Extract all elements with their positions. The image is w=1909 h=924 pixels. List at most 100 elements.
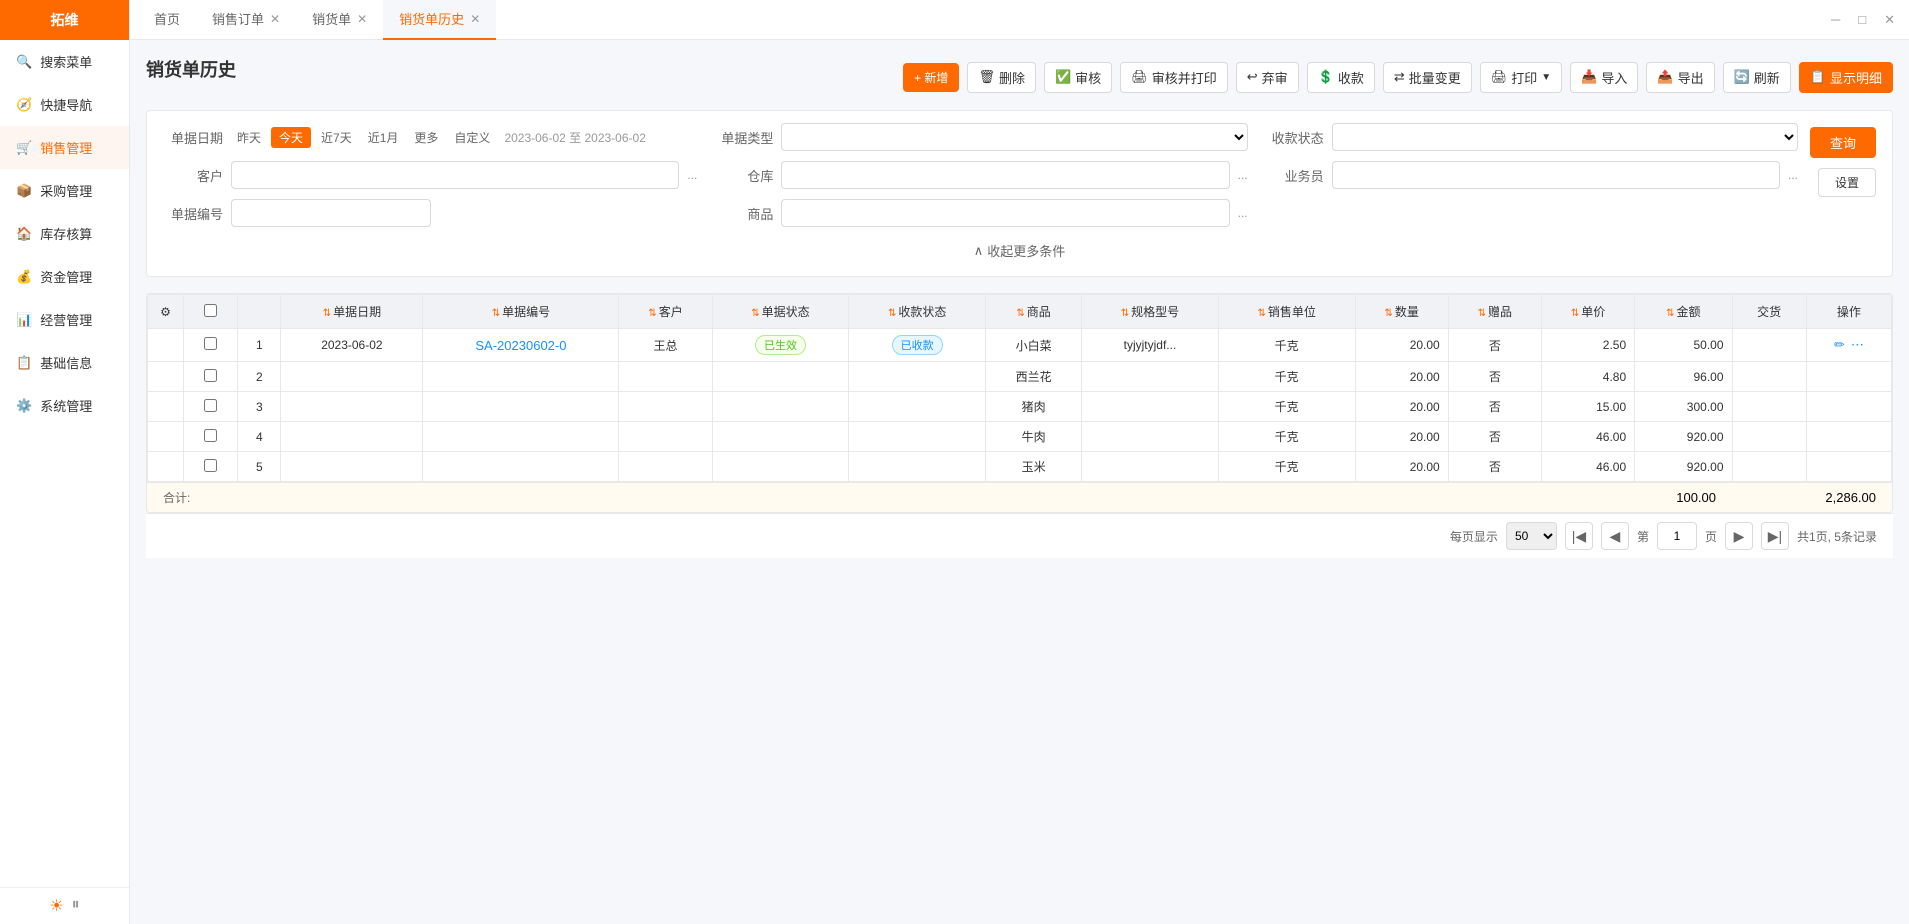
edit-action[interactable]: ✏ xyxy=(1834,337,1845,352)
col-collectstatus[interactable]: 收款状态 xyxy=(849,295,986,329)
cell-date xyxy=(281,362,423,392)
delete-button[interactable]: 🗑 删除 xyxy=(967,62,1036,93)
col-gift[interactable]: 赠品 xyxy=(1448,295,1541,329)
more-action[interactable]: ⋯ xyxy=(1851,337,1864,352)
cell-gift: 否 xyxy=(1448,422,1541,452)
sidebar-item-purchase[interactable]: 📦 采购管理 xyxy=(0,169,129,212)
col-amount[interactable]: 金额 xyxy=(1635,295,1732,329)
audit-print-button[interactable]: 🖨 审核并打印 xyxy=(1120,62,1228,93)
set-button[interactable]: 设置 xyxy=(1818,168,1876,197)
goods-more-icon[interactable]: ... xyxy=(1238,206,1248,220)
col-docstatus[interactable]: 单据状态 xyxy=(712,295,849,329)
abandon-icon: ↩ xyxy=(1247,69,1258,85)
customer-more-icon[interactable]: ... xyxy=(687,168,697,182)
new-button[interactable]: + 新增 xyxy=(903,63,959,92)
first-page-btn[interactable]: |◀ xyxy=(1565,522,1593,550)
sidebar-item-nav[interactable]: 🧭 快捷导航 xyxy=(0,83,129,126)
pause-icon[interactable]: ⏸ xyxy=(72,896,80,916)
audit-button[interactable]: ✅ 审核 xyxy=(1044,62,1112,93)
tab-sales-order[interactable]: 销售订单 ✕ xyxy=(196,0,296,40)
col-price[interactable]: 单价 xyxy=(1541,295,1634,329)
sidebar-item-finance[interactable]: 💰 资金管理 xyxy=(0,255,129,298)
filter-row-2: 客户 ... 仓库 ... 业务员 ... xyxy=(163,161,1798,189)
last-page-btn[interactable]: ▶| xyxy=(1761,522,1789,550)
page-number-input[interactable] xyxy=(1657,522,1697,550)
date-btn-1month[interactable]: 近1月 xyxy=(362,127,405,148)
print-dropdown-icon: ▼ xyxy=(1541,72,1551,83)
collect-icon: 💲 xyxy=(1318,69,1334,85)
tab-close-sales-history[interactable]: ✕ xyxy=(470,12,480,26)
row-checkbox[interactable] xyxy=(204,459,217,472)
sidebar-item-operations[interactable]: 📊 经营管理 xyxy=(0,298,129,341)
select-all-checkbox[interactable] xyxy=(204,304,217,317)
prev-page-btn[interactable]: ◀ xyxy=(1601,522,1629,550)
cell-doc_status xyxy=(712,392,849,422)
batch-change-button[interactable]: ⇄ 批量变更 xyxy=(1383,62,1472,93)
col-date[interactable]: 单据日期 xyxy=(281,295,423,329)
customer-input[interactable] xyxy=(231,161,679,189)
sidebar-item-basic[interactable]: 📋 基础信息 xyxy=(0,341,129,384)
sidebar-item-search[interactable]: 🔍 搜索菜单 xyxy=(0,40,129,83)
cell-spec xyxy=(1082,392,1219,422)
col-settings[interactable]: ⚙ xyxy=(148,295,184,329)
row-checkbox[interactable] xyxy=(204,399,217,412)
import-button[interactable]: 📥 导入 xyxy=(1570,62,1638,93)
tab-sales-history[interactable]: 销货单历史 ✕ xyxy=(383,0,496,40)
cell-gift: 否 xyxy=(1448,329,1541,362)
cell-doc_status xyxy=(712,422,849,452)
abandon-button[interactable]: ↩ 弃审 xyxy=(1236,62,1299,93)
col-action: 操作 xyxy=(1806,295,1891,329)
settings-icon: ⚙️ xyxy=(16,398,32,414)
window-minimize-btn[interactable]: ─ xyxy=(1825,10,1846,29)
show-detail-button[interactable]: 📋 显示明细 xyxy=(1799,62,1893,93)
per-page-select[interactable]: 50 100 200 xyxy=(1506,522,1557,550)
query-button[interactable]: 查询 xyxy=(1810,127,1876,158)
collapse-filter-button[interactable]: ∧ 收起更多条件 xyxy=(163,237,1876,264)
warehouse-more-icon[interactable]: ... xyxy=(1238,168,1248,182)
sidebar-item-sales[interactable]: 🛒 销售管理 xyxy=(0,126,129,169)
col-goods[interactable]: 商品 xyxy=(986,295,1082,329)
collect-button[interactable]: 💲 收款 xyxy=(1307,62,1375,93)
date-btn-yesterday[interactable]: 昨天 xyxy=(231,127,267,148)
col-unit[interactable]: 销售单位 xyxy=(1218,295,1355,329)
cell-collect_status xyxy=(849,422,986,452)
sun-icon[interactable]: ☀ xyxy=(49,896,63,916)
cell-qty: 20.00 xyxy=(1355,392,1448,422)
salesperson-input[interactable] xyxy=(1332,161,1780,189)
date-btn-more[interactable]: 更多 xyxy=(408,127,444,148)
tab-home[interactable]: 首页 xyxy=(138,0,196,40)
salesperson-more-icon[interactable]: ... xyxy=(1788,168,1798,182)
col-qty[interactable]: 数量 xyxy=(1355,295,1448,329)
print-button[interactable]: 🖨 打印 ▼ xyxy=(1480,62,1562,93)
col-docno[interactable]: 单据编号 xyxy=(423,295,619,329)
warehouse-input[interactable] xyxy=(781,161,1229,189)
date-btn-today[interactable]: 今天 xyxy=(271,127,311,148)
window-close-btn[interactable]: ✕ xyxy=(1878,10,1901,30)
tab-close-sales-delivery[interactable]: ✕ xyxy=(357,12,367,26)
collect-status-select[interactable] xyxy=(1332,123,1798,151)
date-btn-custom[interactable]: 自定义 xyxy=(448,127,496,148)
col-customer[interactable]: 客户 xyxy=(619,295,712,329)
sidebar-item-inventory[interactable]: 🏠 库存核算 xyxy=(0,212,129,255)
sidebar-item-system[interactable]: ⚙️ 系统管理 xyxy=(0,384,129,427)
doc-no-link[interactable]: SA-20230602-0 xyxy=(475,338,566,353)
goods-input[interactable] xyxy=(781,199,1229,227)
cell-customer xyxy=(619,392,712,422)
row-checkbox[interactable] xyxy=(204,429,217,442)
col-spec[interactable]: 规格型号 xyxy=(1082,295,1219,329)
tab-sales-delivery[interactable]: 销货单 ✕ xyxy=(296,0,383,40)
export-button[interactable]: 📤 导出 xyxy=(1646,62,1714,93)
date-btn-7days[interactable]: 近7天 xyxy=(315,127,358,148)
row-checkbox[interactable] xyxy=(204,337,217,350)
cell-checkbox xyxy=(184,392,238,422)
tab-close-sales-order[interactable]: ✕ xyxy=(270,12,280,26)
table-row: 12023-06-02SA-20230602-0王总已生效已收款小白菜tyjyj… xyxy=(148,329,1892,362)
doc-no-input[interactable] xyxy=(231,199,431,227)
row-checkbox[interactable] xyxy=(204,369,217,382)
refresh-button[interactable]: 🔄 刷新 xyxy=(1723,62,1791,93)
next-page-btn[interactable]: ▶ xyxy=(1725,522,1753,550)
doc-type-select[interactable] xyxy=(781,123,1247,151)
salesperson-filter: 业务员 ... xyxy=(1264,161,1798,189)
window-maximize-btn[interactable]: □ xyxy=(1852,10,1872,29)
sidebar-item-label: 库存核算 xyxy=(40,224,92,243)
